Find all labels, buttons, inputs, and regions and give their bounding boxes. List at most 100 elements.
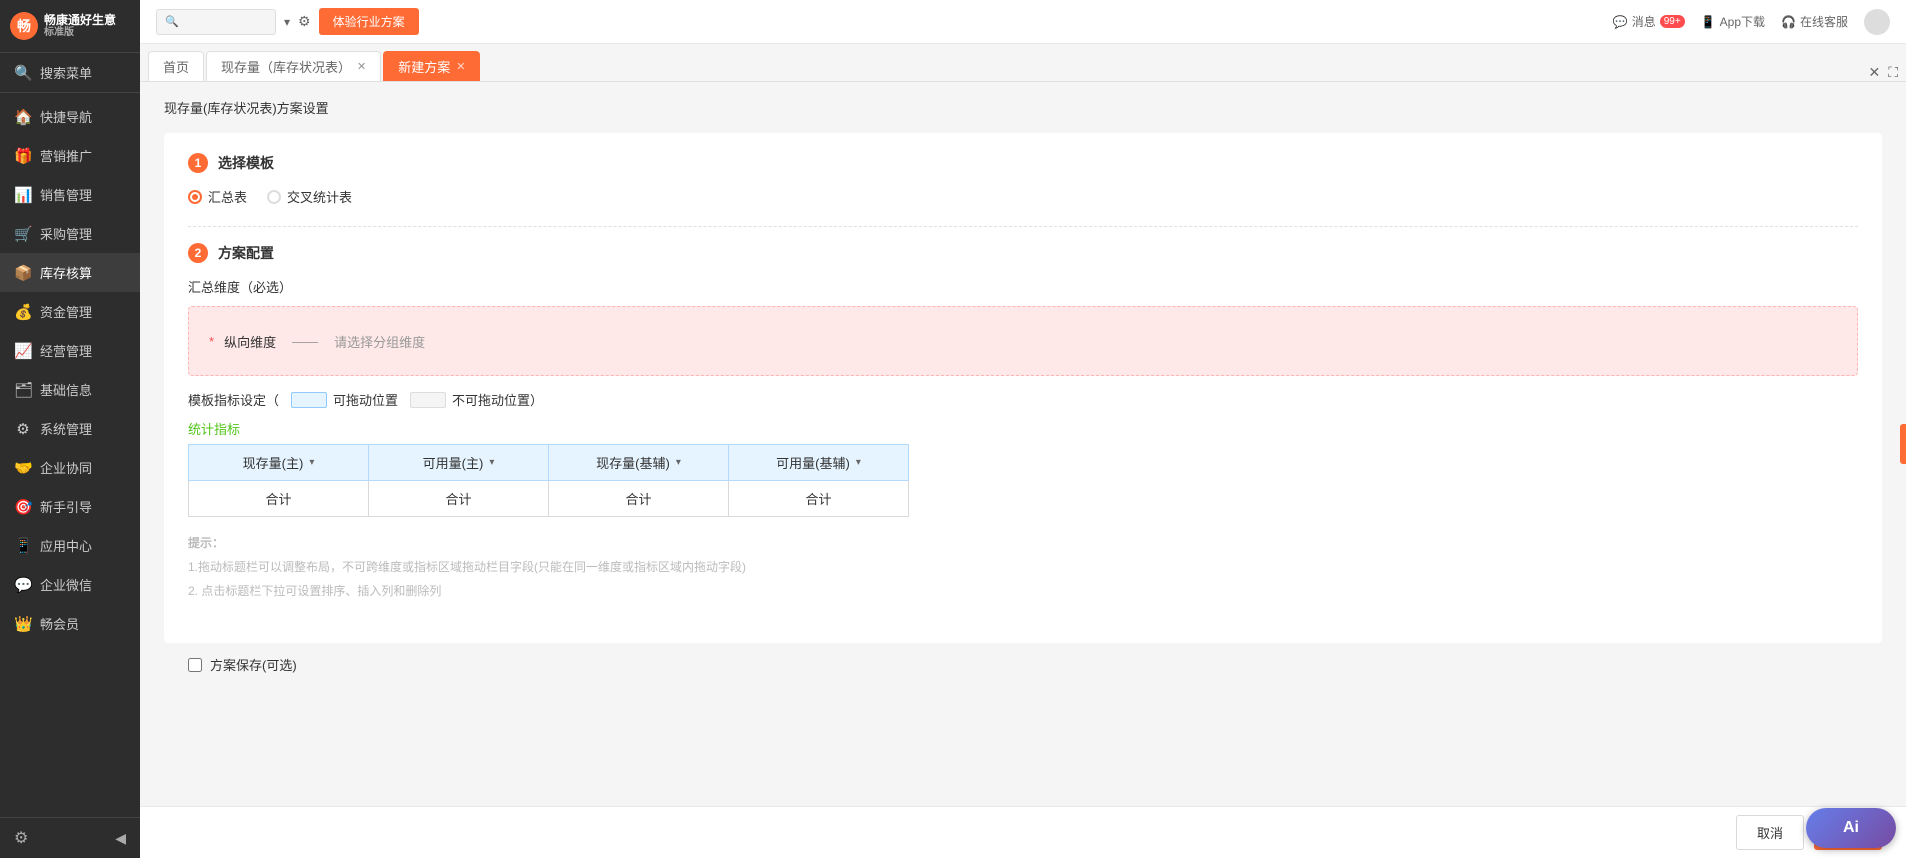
required-mark: * [209,334,214,349]
logo-icon: 畅 [10,12,38,40]
sidebar-item-newbie[interactable]: 🎯 新手引导 [0,487,140,526]
industry-solution-button[interactable]: 体验行业方案 [319,8,419,35]
app-download-item[interactable]: 📱 App下载 [1701,13,1765,30]
message-item[interactable]: 💬 消息 99+ [1613,13,1685,30]
inventory-icon: 📦 [14,264,32,282]
topbar-search-box[interactable]: 🔍 [156,9,276,35]
purchase-icon: 🛒 [14,225,32,243]
tab-bar: 首页 现存量（库存状况表） ✕ 新建方案 ✕ ✕ ⛶ [140,44,1906,82]
template-indicator-row: 模板指标设定（ 可拖动位置 不可拖动位置） [188,390,1858,409]
col-header-3[interactable]: 可用量(基辅) ▾ [729,445,909,481]
sidebar-settings-icon[interactable]: ⚙ [14,828,28,848]
save-scheme-label: 方案保存(可选) [210,655,297,674]
sidebar-logo: 畅 畅康通好生意 标准版 [0,0,140,53]
tab-inventory-status[interactable]: 现存量（库存状况表） ✕ [206,51,381,81]
tab-home[interactable]: 首页 [148,51,204,81]
step1-header: 1 选择模板 [188,153,1858,173]
col-3-chevron: ▾ [856,457,861,468]
cell-0-3: 合计 [729,481,909,517]
sidebar-item-operations[interactable]: 📈 经营管理 [0,331,140,370]
member-icon: 👑 [14,615,32,633]
sidebar-search-label: 搜索菜单 [40,63,92,82]
sidebar-item-quick-nav[interactable]: 🏠 快捷导航 [0,97,140,136]
sidebar-search-item[interactable]: 🔍 搜索菜单 [0,53,140,93]
sidebar-item-basic-info[interactable]: 🗂 基础信息 [0,370,140,409]
save-scheme-checkbox[interactable] [188,658,202,672]
online-service-item[interactable]: 🎧 在线客服 [1781,13,1848,30]
headset-icon: 🎧 [1781,15,1796,29]
fixed-indicator-item: 不可拖动位置） [410,390,543,409]
tips-area: 提示： 1.拖动标题栏可以调整布局，不可跨维度或指标区域拖动栏目字段(只能在同一… [188,531,1858,603]
dimension-area[interactable]: * 纵向维度 —— 请选择分组维度 [188,306,1858,376]
page-title: 现存量(库存状况表)方案设置 [164,98,1882,117]
cell-0-1: 合计 [369,481,549,517]
sidebar-item-system[interactable]: ⚙ 系统管理 [0,409,140,448]
operations-icon: 📈 [14,342,32,360]
step1-badge: 1 [188,153,208,173]
col-3-label: 可用量(基辅) [776,453,850,472]
sidebar-item-label: 营销推广 [40,146,92,165]
sidebar-item-label: 采购管理 [40,224,92,243]
step-divider [188,226,1858,227]
sidebar-item-wechat[interactable]: 💬 企业微信 [0,565,140,604]
enterprise-icon: 🤝 [14,459,32,477]
sidebar-item-app-center[interactable]: 📱 应用中心 [0,526,140,565]
ai-button-label: Ai [1843,819,1859,837]
sidebar-item-purchase[interactable]: 🛒 采购管理 [0,214,140,253]
ai-button[interactable]: Ai [1806,808,1896,848]
radio-summary[interactable]: 汇总表 [188,187,247,206]
sidebar-item-sales[interactable]: 📊 销售管理 [0,175,140,214]
sidebar-item-label: 快捷导航 [40,107,92,126]
topbar-dropdown[interactable]: ▾ [284,15,290,29]
sidebar-item-marketing[interactable]: 🎁 营销推广 [0,136,140,175]
sidebar-item-finance[interactable]: 💰 资金管理 [0,292,140,331]
main-area: 🔍 ▾ ⚙ 体验行业方案 💬 消息 99+ 📱 App下载 🎧 在线客服 [140,0,1906,858]
sidebar-item-label: 销售管理 [40,185,92,204]
sidebar-item-inventory[interactable]: 📦 库存核算 [0,253,140,292]
content-area: 现存量(库存状况表)方案设置 1 选择模板 汇总表 交叉统计表 [140,82,1906,806]
save-scheme-area: 方案保存(可选) [164,643,1882,686]
col-header-2[interactable]: 现存量(基辅) ▾ [549,445,729,481]
topbar-left: 🔍 ▾ ⚙ 体验行业方案 [156,8,1603,35]
scheme-panel: 1 选择模板 汇总表 交叉统计表 2 [164,133,1882,643]
fixed-label: 不可拖动位置） [452,390,543,409]
user-avatar[interactable] [1864,9,1890,35]
cancel-button[interactable]: 取消 [1736,815,1804,850]
window-expand-icon[interactable]: ⛶ [1888,64,1898,81]
tab-new-scheme[interactable]: 新建方案 ✕ [383,51,480,81]
sidebar-item-label: 经营管理 [40,341,92,360]
dim-placeholder: 请选择分组维度 [334,332,425,351]
resize-handle[interactable] [1900,424,1906,464]
sales-icon: 📊 [14,186,32,204]
topbar-gear-icon[interactable]: ⚙ [298,13,311,30]
sidebar-item-label: 应用中心 [40,536,92,555]
window-close-icon[interactable]: ✕ [1868,64,1880,81]
sidebar-item-member[interactable]: 👑 畅会员 [0,604,140,643]
draggable-label: 可拖动位置 [333,390,398,409]
cell-0-2: 合计 [549,481,729,517]
col-header-1[interactable]: 可用量(主) ▾ [369,445,549,481]
radio-cross[interactable]: 交叉统计表 [267,187,352,206]
sidebar-item-label: 系统管理 [40,419,92,438]
table-data-row: 合计 合计 合计 合计 [189,481,909,517]
app-center-icon: 📱 [14,537,32,555]
col-2-chevron: ▾ [676,457,681,468]
step2-title: 方案配置 [218,243,274,263]
topbar: 🔍 ▾ ⚙ 体验行业方案 💬 消息 99+ 📱 App下载 🎧 在线客服 [140,0,1906,44]
col-header-0[interactable]: 现存量(主) ▾ [189,445,369,481]
col-0-label: 现存量(主) [243,453,304,472]
action-bar: 取消 查询 [140,806,1906,858]
sidebar-item-label: 畅会员 [40,614,79,633]
sidebar-collapse-icon[interactable]: ◀ [115,830,126,847]
message-badge: 99+ [1660,15,1685,28]
message-icon: 💬 [1613,15,1628,29]
stat-label: 统计指标 [188,419,1858,438]
sidebar-item-label: 新手引导 [40,497,92,516]
table-header-row: 现存量(主) ▾ 可用量(主) ▾ [189,445,909,481]
step2-header: 2 方案配置 [188,243,1858,263]
tab-new-scheme-close-icon[interactable]: ✕ [456,60,465,73]
online-service-label: 在线客服 [1800,13,1848,30]
step2-badge: 2 [188,243,208,263]
sidebar-item-enterprise[interactable]: 🤝 企业协同 [0,448,140,487]
tab-inventory-close-icon[interactable]: ✕ [357,60,366,73]
